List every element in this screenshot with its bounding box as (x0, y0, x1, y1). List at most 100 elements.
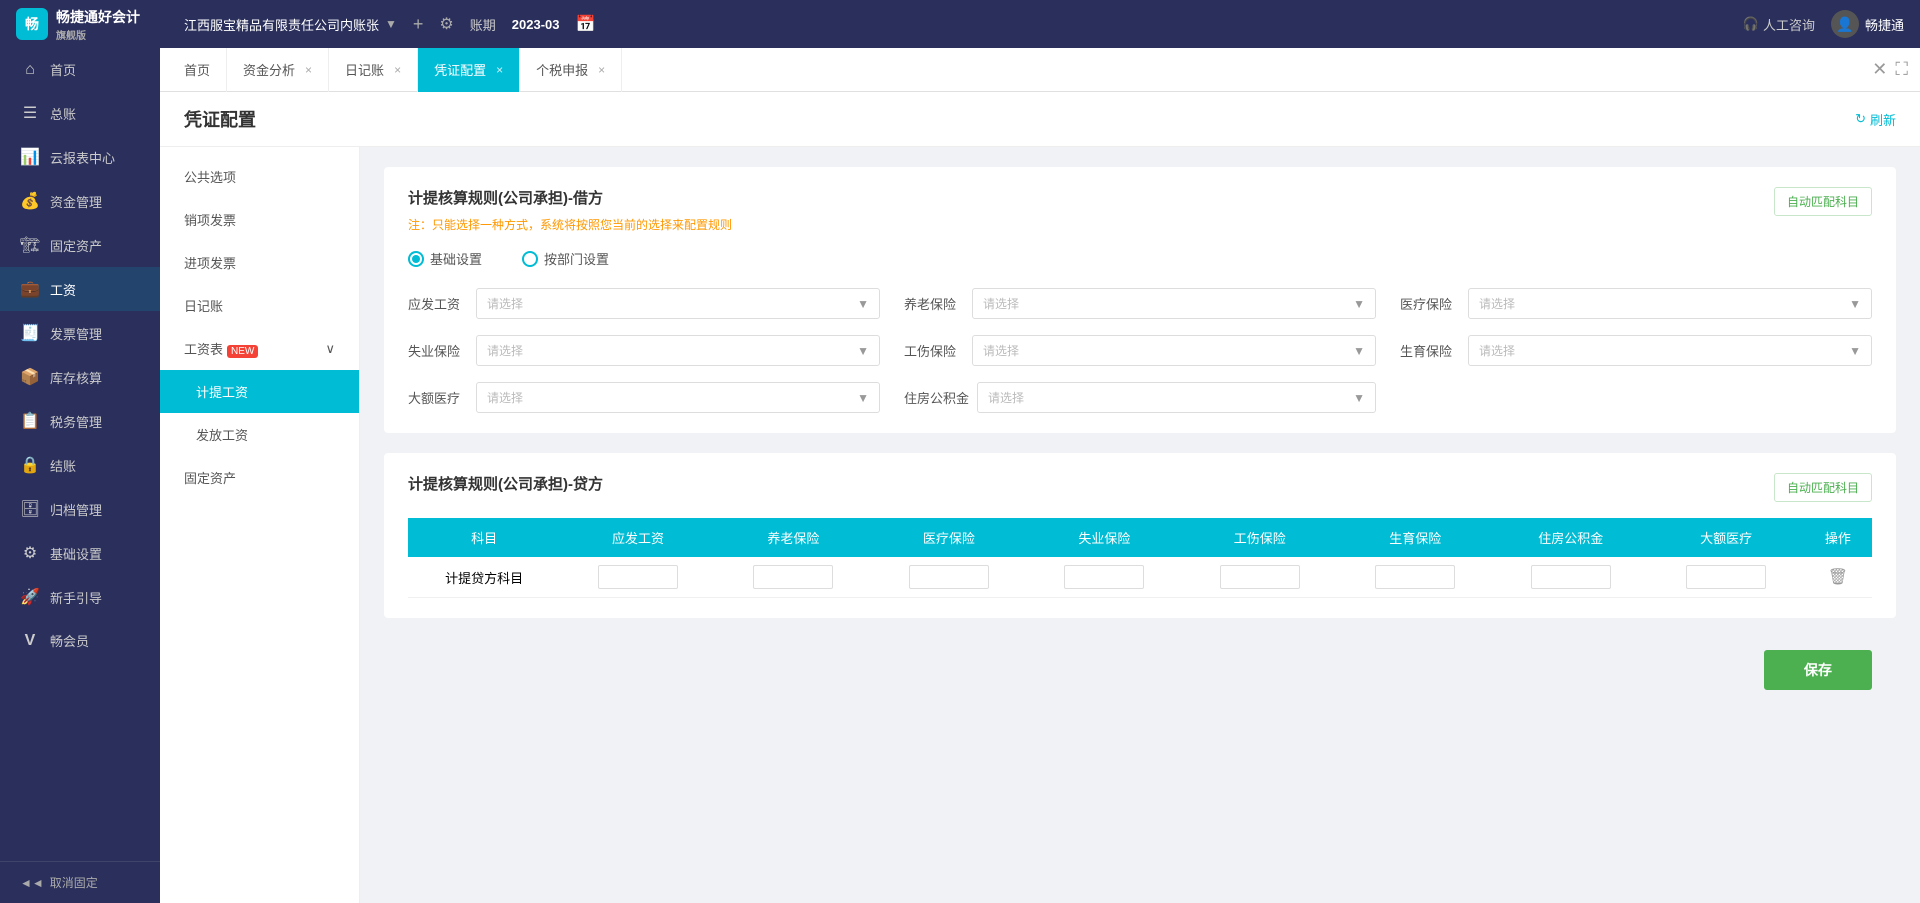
tab-journal[interactable]: 日记账 × (329, 48, 418, 92)
work-injury-arrow: ▼ (1353, 344, 1365, 358)
settings-icon[interactable]: ⚙ (439, 14, 453, 34)
sidebar-item-general[interactable]: ☰ 总账 (0, 91, 160, 135)
company-dropdown-icon[interactable]: ▼ (385, 17, 397, 31)
row-work-injury-input[interactable] (1220, 565, 1300, 589)
housing-fund-select[interactable]: 请选择 ▼ (977, 382, 1376, 413)
refresh-icon: ↻ (1855, 111, 1866, 127)
maternity-select[interactable]: 请选择 ▼ (1468, 335, 1872, 366)
row-pension-input[interactable] (753, 565, 833, 589)
period-value[interactable]: 2023-03 (512, 17, 560, 32)
sidebar-item-invoices[interactable]: 🧾 发票管理 (0, 311, 160, 355)
form-item-maternity: 生育保险 请选择 ▼ (1400, 335, 1872, 366)
row-medical-input[interactable] (909, 565, 989, 589)
invoices-icon: 🧾 (20, 323, 40, 343)
tab-voucher-config-close[interactable]: × (496, 63, 503, 77)
inventory-icon: 📦 (20, 367, 40, 387)
debit-section-title: 计提核算规则(公司承担)-借方 (408, 187, 732, 208)
sidebar-item-guide[interactable]: 🚀 新手引导 (0, 575, 160, 619)
cancel-pin-button[interactable]: ◄◄ 取消固定 (0, 861, 160, 903)
expand-icon[interactable]: ⛶ (1895, 59, 1908, 80)
sidebar-item-close[interactable]: 🔒 结账 (0, 443, 160, 487)
tab-journal-close[interactable]: × (394, 63, 401, 77)
delete-row-button[interactable]: 🗑 (1828, 569, 1848, 586)
sidebar-item-salary[interactable]: 💼 工资 (0, 267, 160, 311)
salary-icon: 💼 (20, 279, 40, 299)
big-medical-select[interactable]: 请选择 ▼ (476, 382, 880, 413)
credit-table-header-row: 科目 应发工资 养老保险 医疗保险 失业保险 工伤保险 生育保险 住房公积金 大 (408, 518, 1872, 557)
service-button[interactable]: 🎧 人工咨询 (1743, 15, 1815, 34)
debit-auto-match-button[interactable]: 自动匹配科目 (1774, 187, 1872, 216)
radio-dept-settings[interactable]: 按部门设置 (522, 249, 609, 268)
gross-salary-select[interactable]: 请选择 ▼ (476, 288, 880, 319)
left-nav-salary-table-header[interactable]: 工资表NEW ∨ (160, 327, 359, 370)
sidebar: ⌂ 首页 ☰ 总账 📊 云报表中心 💰 资金管理 🏗 固定资产 💼 工资 🧾 发… (0, 48, 160, 903)
company-name: 江西服宝精品有限责任公司内账张 (184, 15, 379, 34)
row-unemployment-input[interactable] (1064, 565, 1144, 589)
row-housing-input[interactable] (1531, 565, 1611, 589)
tab-journal-label: 日记账 (345, 60, 384, 79)
th-subject: 科目 (408, 518, 560, 557)
calendar-icon[interactable]: 📅 (576, 14, 596, 34)
tab-voucher-config[interactable]: 凭证配置 × (418, 48, 520, 92)
left-nav-journal[interactable]: 日记账 (160, 284, 359, 327)
big-medical-label: 大额医疗 (408, 388, 468, 407)
radio-basic-settings[interactable]: 基础设置 (408, 249, 482, 268)
refresh-button[interactable]: ↻ 刷新 (1855, 110, 1896, 129)
left-nav-sales-invoice[interactable]: 销项发票 (160, 198, 359, 241)
row-subject-label: 计提贷方科目 (408, 557, 560, 598)
sidebar-item-vip[interactable]: V 畅会员 (0, 619, 160, 662)
basic-settings-icon: ⚙ (20, 543, 40, 563)
row-maternity-input[interactable] (1375, 565, 1455, 589)
left-nav-purchase-invoice[interactable]: 进项发票 (160, 241, 359, 284)
left-nav-fixed-assets[interactable]: 固定资产 (160, 456, 359, 499)
sidebar-item-settings[interactable]: ⚙ 基础设置 (0, 531, 160, 575)
row-delete-cell: 🗑 (1804, 557, 1872, 598)
th-unemployment: 失业保险 (1027, 518, 1182, 557)
sidebar-item-archive[interactable]: 🗄 归档管理 (0, 487, 160, 531)
row-gross-input[interactable] (598, 565, 678, 589)
refresh-label: 刷新 (1870, 110, 1896, 129)
row-big-medical-input[interactable] (1686, 565, 1766, 589)
tab-funds-analysis-close[interactable]: × (305, 63, 312, 77)
top-bar-mid: + ⚙ 账期 2023-03 📅 (413, 14, 596, 35)
close-tab-icon[interactable]: ✕ (1872, 59, 1887, 80)
tab-tax-report-close[interactable]: × (598, 63, 605, 77)
left-nav-pay-salary[interactable]: 发放工资 (160, 413, 359, 456)
work-injury-select[interactable]: 请选择 ▼ (972, 335, 1376, 366)
credit-auto-match-button[interactable]: 自动匹配科目 (1774, 473, 1872, 502)
add-account-icon[interactable]: + (413, 14, 424, 35)
sidebar-item-funds[interactable]: 💰 资金管理 (0, 179, 160, 223)
radio-dept-dot (522, 251, 538, 267)
pension-select[interactable]: 请选择 ▼ (972, 288, 1376, 319)
unemployment-placeholder: 请选择 (487, 342, 523, 359)
row-work-injury-input-cell (1182, 557, 1337, 598)
tab-voucher-config-label: 凭证配置 (434, 60, 486, 79)
user-area[interactable]: 👤 畅捷通 (1831, 10, 1904, 38)
left-nav-public[interactable]: 公共选项 (160, 155, 359, 198)
tab-tax-report[interactable]: 个税申报 × (520, 48, 622, 92)
sidebar-item-assets[interactable]: 🏗 固定资产 (0, 223, 160, 267)
medical-select[interactable]: 请选择 ▼ (1468, 288, 1872, 319)
sidebar-label-archive: 归档管理 (50, 500, 102, 519)
th-housing: 住房公积金 (1493, 518, 1648, 557)
tab-home[interactable]: 首页 (168, 48, 227, 92)
company-selector[interactable]: 江西服宝精品有限责任公司内账张 ▼ (184, 15, 397, 34)
sidebar-item-reports[interactable]: 📊 云报表中心 (0, 135, 160, 179)
sidebar-item-inventory[interactable]: 📦 库存核算 (0, 355, 160, 399)
row-housing-input-cell (1493, 557, 1648, 598)
credit-table-body: 计提贷方科目 🗑 (408, 557, 1872, 598)
app-logo: 畅 (16, 8, 48, 40)
tab-home-label: 首页 (184, 60, 210, 79)
sidebar-item-home[interactable]: ⌂ 首页 (0, 48, 160, 91)
left-nav-calc-salary[interactable]: 计提工资 (160, 370, 359, 413)
sidebar-item-tax[interactable]: 📋 税务管理 (0, 399, 160, 443)
form-item-medical: 医疗保险 请选择 ▼ (1400, 288, 1872, 319)
save-button[interactable]: 保存 (1764, 650, 1872, 690)
funds-icon: 💰 (20, 191, 40, 211)
maternity-placeholder: 请选择 (1479, 342, 1515, 359)
unemployment-select[interactable]: 请选择 ▼ (476, 335, 880, 366)
close-period-icon: 🔒 (20, 455, 40, 475)
tab-funds-analysis[interactable]: 资金分析 × (227, 48, 329, 92)
pin-icon: ◄◄ (20, 876, 44, 890)
page-header: 凭证配置 ↻ 刷新 (160, 92, 1920, 147)
